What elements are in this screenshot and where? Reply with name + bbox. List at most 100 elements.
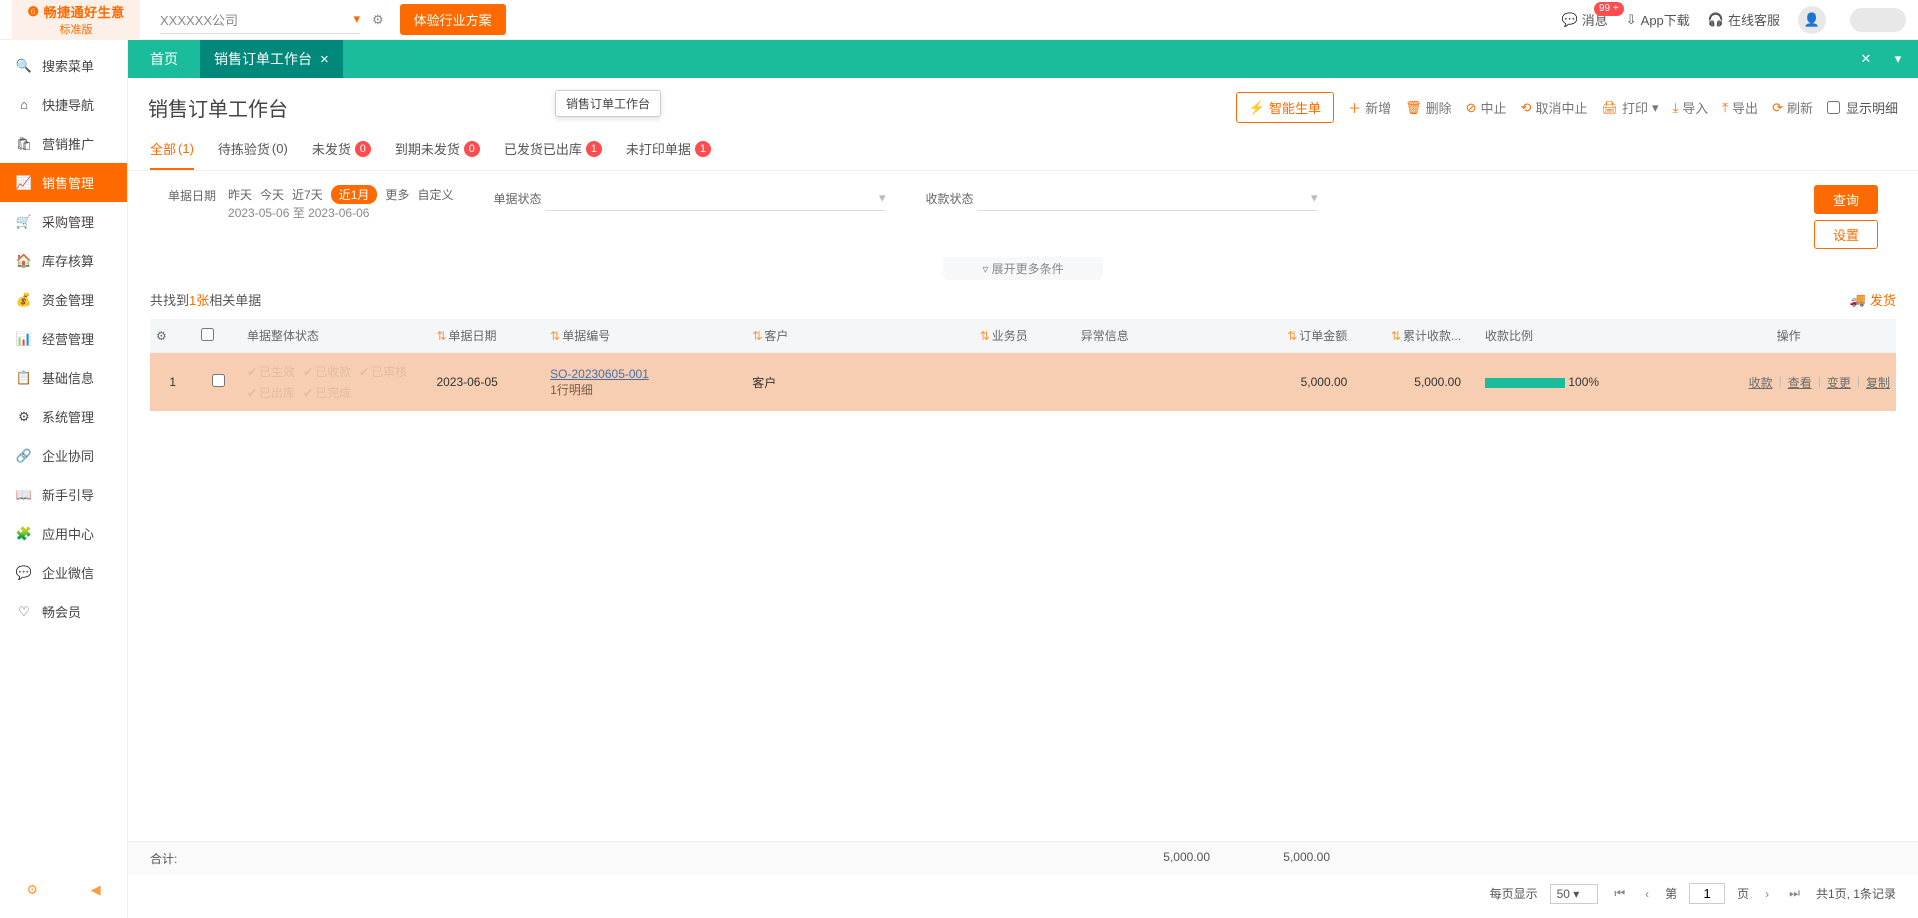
online-support-link[interactable]: 🎧 在线客服 (1708, 10, 1780, 29)
op-change[interactable]: 变更 (1827, 374, 1851, 391)
tab-home[interactable]: 首页 (128, 40, 200, 78)
date-quick-custom[interactable]: 自定义 (417, 186, 453, 203)
sidebar-item-quicknav[interactable]: ⌂快捷导航 (0, 85, 127, 124)
search-button[interactable]: 查询 (1814, 185, 1878, 214)
date-quick-1m[interactable]: 近1月 (331, 185, 378, 204)
import-button[interactable]: ⤓导入 (1673, 98, 1709, 117)
sidebar-item-label: 畅会员 (42, 602, 81, 621)
export-button[interactable]: ⤒导出 (1722, 98, 1758, 117)
ship-label: 发货 (1870, 290, 1896, 309)
col-salesperson[interactable]: ⇅业务员 (974, 319, 1075, 353)
select-all-checkbox[interactable] (201, 328, 214, 341)
col-exception[interactable]: 异常信息 (1075, 319, 1252, 353)
gear-icon[interactable]: ⚙ (372, 12, 384, 28)
sidebar-item-system[interactable]: ⚙系统管理 (0, 397, 127, 436)
table-row[interactable]: 1 ✔ 已生效 ✔ 已收款 ✔ 已审核 ✔ 已出库 ✔ 已完成 (150, 353, 1896, 412)
sort-icon: ⇅ (752, 329, 762, 343)
company-select[interactable]: XXXXXX公司 ▾ (160, 6, 360, 34)
sidebar-item-apps[interactable]: 🧩应用中心 (0, 514, 127, 553)
gear2-icon: ⚙ (16, 409, 32, 425)
show-detail-toggle[interactable]: 显示明细 (1827, 98, 1898, 117)
subtab-label: 到期未发货 (395, 139, 460, 158)
col-settings[interactable]: ⚙ (150, 319, 195, 353)
doc-status-select[interactable]: ▾ (545, 185, 885, 211)
tab-close-all-icon[interactable]: ✕ (1852, 45, 1880, 73)
messages-link[interactable]: 💬 消息 99 + (1562, 10, 1608, 29)
refresh-button[interactable]: ⟳刷新 (1772, 98, 1813, 117)
sidebar-item-label: 基础信息 (42, 368, 94, 387)
sidebar-item-search[interactable]: 🔍搜索菜单 (0, 46, 127, 85)
show-detail-checkbox[interactable] (1827, 101, 1840, 114)
app-download-link[interactable]: ⇩ App下载 (1626, 10, 1690, 29)
subtab-count: (1) (178, 141, 194, 156)
pager-perpage-label: 每页显示 (1490, 885, 1538, 902)
settings-button[interactable]: 设置 (1814, 220, 1878, 249)
pager-perpage-select[interactable]: 50 ▾ (1550, 884, 1599, 904)
subtab-all[interactable]: 全部(1) (150, 133, 194, 170)
avatar[interactable]: 👤 (1798, 6, 1826, 34)
col-ratio[interactable]: 收款比例 (1479, 319, 1681, 353)
pager-prev[interactable]: ‹ (1641, 887, 1653, 901)
settings-icon[interactable]: ⚙ (26, 882, 38, 898)
date-quick-today[interactable]: 今天 (260, 186, 284, 203)
sidebar-item-purchase[interactable]: 🛒采购管理 (0, 202, 127, 241)
ship-button[interactable]: 🚚发货 (1850, 290, 1896, 309)
sidebar-item-marketing[interactable]: 🛍营销推广 (0, 124, 127, 163)
subtabs: 全部(1) 待拣验货(0) 未发货0 到期未发货0 已发货已出库1 未打印单据1 (128, 133, 1918, 171)
pager-first[interactable]: ⏮ (1610, 886, 1629, 901)
col-order-amount[interactable]: ⇅订单金额 (1252, 319, 1366, 353)
subtab-unprinted[interactable]: 未打印单据1 (626, 133, 711, 170)
close-icon[interactable]: × (320, 51, 329, 68)
op-receive[interactable]: 收款 (1749, 374, 1773, 391)
sidebar-item-sales[interactable]: 📈销售管理 (0, 163, 127, 202)
collapse-icon[interactable]: ◀ (91, 882, 101, 898)
date-quick-yesterday[interactable]: 昨天 (228, 186, 252, 203)
col-number[interactable]: ⇅单据编号 (544, 319, 746, 353)
delete-button[interactable]: 🗑删除 (1405, 98, 1452, 117)
op-copy[interactable]: 复制 (1866, 374, 1890, 391)
sidebar-item-wechat[interactable]: 💬企业微信 (0, 553, 127, 592)
sidebar-item-label: 应用中心 (42, 524, 94, 543)
subtab-unshipped[interactable]: 未发货0 (312, 133, 371, 170)
subtab-pending-pick[interactable]: 待拣验货(0) (218, 133, 288, 170)
totals-received: 5,000.00 (1210, 850, 1330, 867)
try-industry-button[interactable]: 体验行业方案 (400, 4, 506, 35)
sidebar-item-newbie[interactable]: 📖新手引导 (0, 475, 127, 514)
sidebar-item-inventory[interactable]: 🏠库存核算 (0, 241, 127, 280)
col-status[interactable]: 单据整体状态 (241, 319, 431, 353)
suspend-button[interactable]: ⊘中止 (1466, 98, 1507, 117)
sidebar-item-collab[interactable]: 🔗企业协同 (0, 436, 127, 475)
pager-page-input[interactable] (1689, 883, 1725, 904)
op-view[interactable]: 查看 (1788, 374, 1812, 391)
pager-next[interactable]: › (1761, 887, 1773, 901)
export-icon: ⤒ (1722, 100, 1728, 116)
date-quick-more[interactable]: 更多 (385, 186, 409, 203)
avatar-dropdown[interactable] (1850, 8, 1906, 32)
subtab-shipped[interactable]: 已发货已出库1 (504, 133, 602, 170)
money-icon: 💰 (16, 292, 32, 308)
date-range: 2023-05-06 至 2023-06-06 (228, 204, 453, 221)
smart-generate-button[interactable]: ⚡智能生单 (1236, 92, 1334, 123)
print-button[interactable]: 🖨打印 ▾ (1601, 98, 1658, 117)
sidebar-item-baseinfo[interactable]: 📋基础信息 (0, 358, 127, 397)
cancel-suspend-button[interactable]: ⟲取消中止 (1521, 98, 1588, 117)
col-label: 业务员 (992, 329, 1028, 343)
sidebar-item-vip[interactable]: ♡畅会员 (0, 592, 127, 631)
col-label: 单据日期 (449, 329, 497, 343)
sidebar-item-funds[interactable]: 💰资金管理 (0, 280, 127, 319)
sidebar-item-operation[interactable]: 📊经营管理 (0, 319, 127, 358)
col-date[interactable]: ⇅单据日期 (430, 319, 544, 353)
pay-status-select[interactable]: ▾ (977, 185, 1317, 211)
subtab-overdue-unshipped[interactable]: 到期未发货0 (395, 133, 480, 170)
new-button[interactable]: ＋新增 (1348, 98, 1391, 117)
pager-last[interactable]: ⏭ (1785, 886, 1804, 901)
col-received[interactable]: ⇅累计收款... (1365, 319, 1479, 353)
order-number-link[interactable]: SO-20230605-001 (550, 367, 649, 381)
tab-sales-order-workbench[interactable]: 销售订单工作台 × (200, 40, 343, 78)
row-checkbox[interactable] (212, 374, 225, 387)
pager-summary: 共1页, 1条记录 (1816, 885, 1896, 902)
date-quick-7d[interactable]: 近7天 (292, 186, 323, 203)
expand-more-filters[interactable]: ▿ 展开更多条件 (943, 257, 1103, 280)
tab-more-icon[interactable]: ▾ (1884, 45, 1912, 73)
col-customer[interactable]: ⇅客户 (746, 319, 973, 353)
